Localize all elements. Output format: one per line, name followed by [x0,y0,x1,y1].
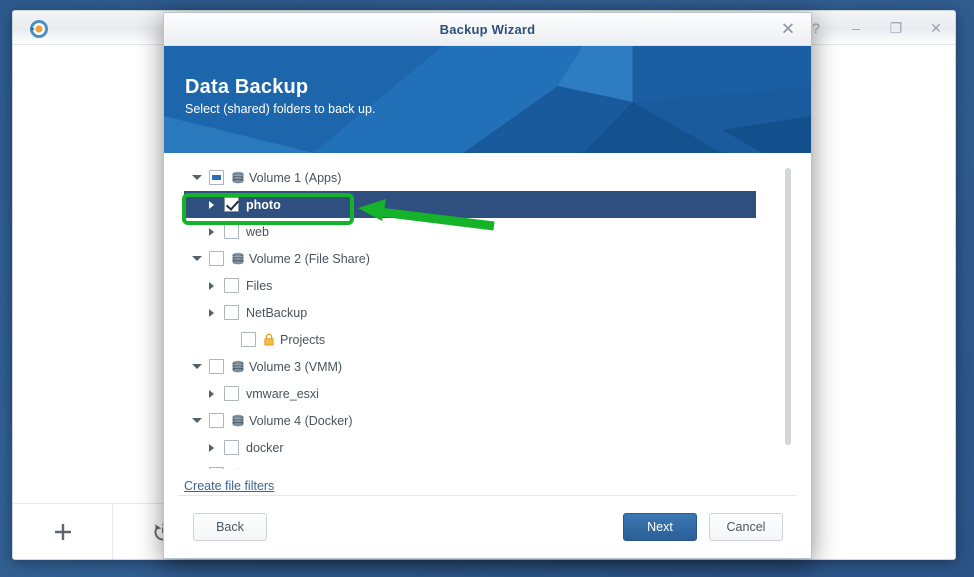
dialog-title: Backup Wizard [439,21,536,37]
tree-row-docker[interactable]: docker [184,434,791,461]
tree-row-label: docker [246,440,284,455]
tree-row-label: photo [246,197,281,212]
tree-row-files[interactable]: Files [184,272,791,299]
volume-icon [232,414,244,426]
volume-icon [233,468,243,469]
chevron-right-icon[interactable] [205,279,218,292]
checkbox-projects[interactable] [241,332,256,347]
tree-expander-spacer [222,333,235,346]
tree-row-volume-3-vmm[interactable]: Volume 3 (VMM) [184,353,791,380]
dialog-footer: Back Next Cancel [178,495,797,558]
add-button[interactable] [13,504,113,559]
lock-icon [264,333,274,346]
checkbox-docker[interactable] [224,440,239,455]
next-button[interactable]: Next [623,513,697,541]
volume-icon [232,360,244,372]
chevron-right-icon[interactable] [205,306,218,319]
tree-row-label: vmware_esxi [246,386,319,401]
checkbox-volume-2-file-share[interactable] [209,251,224,266]
app-logo-icon [29,19,49,39]
tree-row-label: Files [246,278,273,293]
background-window-controls[interactable]: ? – ❐ ✕ [809,11,943,45]
desktop-background: ? – ❐ ✕ Backup Wizard ✕ Data Backup Sele… [0,0,974,577]
chevron-right-icon[interactable] [205,225,218,238]
tree-row-label: Volume 5 [249,468,301,470]
tree-row-label: Volume 2 (File Share) [249,251,370,266]
tree-row-volume-4-docker[interactable]: Volume 4 (Docker) [184,407,791,434]
minimize-button[interactable]: – [849,21,863,35]
banner-title: Data Backup [185,76,309,98]
tree-row-label: web [246,224,269,239]
close-button[interactable]: ✕ [929,21,943,35]
tree-row-vmware-esxi[interactable]: vmware_esxi [184,380,791,407]
chevron-down-icon[interactable] [190,171,203,184]
chevron-down-icon[interactable] [190,468,203,469]
chevron-down-icon[interactable] [190,360,203,373]
tree-scrollbar[interactable] [785,168,791,445]
maximize-button[interactable]: ❐ [889,21,903,35]
close-icon[interactable]: ✕ [779,21,797,38]
tree-row-label: Projects [280,332,326,347]
create-file-filters-link[interactable]: Create file filters [184,479,274,493]
checkbox-vmware-esxi[interactable] [224,386,239,401]
tree-row-volume-2-file-share[interactable]: Volume 2 (File Share) [184,245,791,272]
footer-right-buttons: Next Cancel [623,513,783,541]
dialog-banner: Data Backup Select (shared) folders to b… [164,46,811,153]
folder-tree[interactable]: Volume 1 (Apps) photo web Volume 2 (File Sh… [184,164,791,469]
checkbox-volume-3-vmm[interactable] [209,359,224,374]
banner-text-block: Data Backup Select (shared) folders to b… [185,76,375,116]
tree-row-label: Volume 4 (Docker) [249,413,353,428]
tree-row-label: Volume 3 (VMM) [249,359,343,374]
chevron-down-icon[interactable] [190,414,203,427]
chevron-right-icon[interactable] [205,387,218,400]
filters-link-container: Create file filters [184,477,791,495]
dialog-content: Volume 1 (Apps) photo web Volume 2 (File Sh… [164,153,811,558]
checkbox-photo[interactable] [224,197,239,212]
tree-row-photo[interactable]: photo [184,191,756,218]
chevron-right-icon[interactable] [205,441,218,454]
volume-icon [232,252,244,264]
folder-tree-container: Volume 1 (Apps) photo web Volume 2 (File Sh… [184,164,791,469]
tree-row-label: Volume 1 (Apps) [249,170,342,185]
checkbox-volume-5[interactable] [209,467,224,469]
checkbox-netbackup[interactable] [224,305,239,320]
tree-row-netbackup[interactable]: NetBackup [184,299,791,326]
tree-row-label: NetBackup [246,305,308,320]
volume-icon [232,171,244,183]
banner-subtitle: Select (shared) folders to back up. [185,102,376,116]
chevron-down-icon[interactable] [190,252,203,265]
cancel-button[interactable]: Cancel [709,513,783,541]
backup-wizard-dialog: Backup Wizard ✕ Data Backup Select (shar… [163,12,812,559]
checkbox-files[interactable] [224,278,239,293]
chevron-right-icon[interactable] [205,198,218,211]
tree-row-volume-1-apps[interactable]: Volume 1 (Apps) [184,164,791,191]
tree-row-projects[interactable]: Projects [184,326,791,353]
tree-row-web[interactable]: web [184,218,791,245]
dialog-titlebar: Backup Wizard ✕ [164,13,811,46]
back-button[interactable]: Back [193,513,267,541]
plus-icon [54,523,71,540]
checkbox-volume-4-docker[interactable] [209,413,224,428]
checkbox-web[interactable] [224,224,239,239]
tree-row-volume-5[interactable]: Volume 5 [184,461,791,469]
checkbox-volume-1-apps[interactable] [209,170,224,185]
